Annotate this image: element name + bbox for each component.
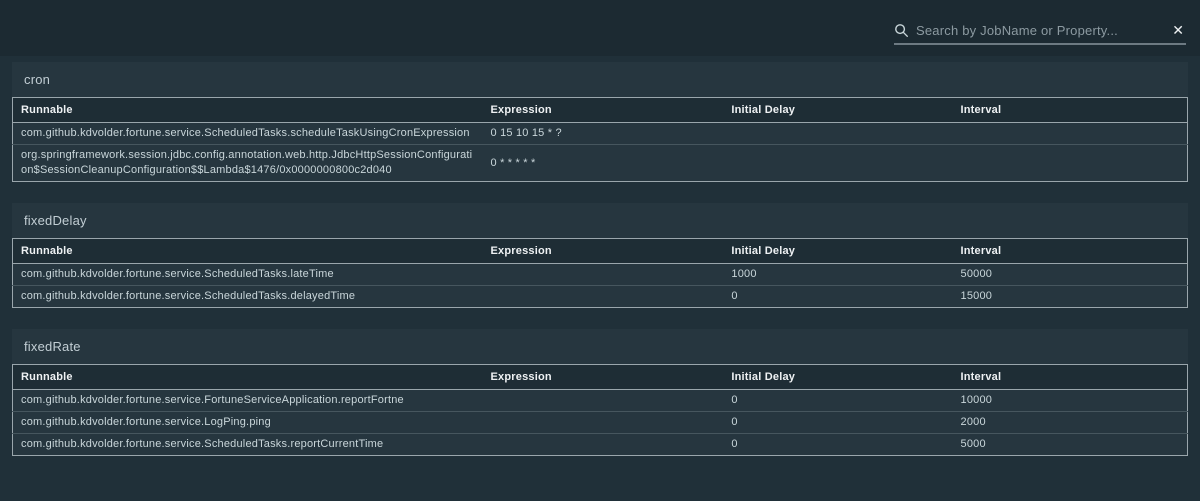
fixed-delay-table: Runnable Expression Initial Delay Interv…	[12, 238, 1188, 308]
table-header-row: Runnable Expression Initial Delay Interv…	[12, 238, 1188, 264]
cell-expression: 0 * * * * *	[490, 156, 536, 169]
cell-runnable: com.github.kdvolder.fortune.service.Sche…	[21, 268, 334, 280]
section-title: fixedRate	[12, 329, 1188, 364]
cell-runnable: com.github.kdvolder.fortune.service.Sche…	[21, 127, 470, 139]
cell-initial-delay: 0	[731, 438, 738, 450]
cell-initial-delay: 0	[731, 394, 738, 406]
column-interval: Interval	[960, 104, 1002, 116]
cell-interval	[953, 123, 1188, 145]
column-interval: Interval	[960, 371, 1002, 383]
cron-table: Runnable Expression Initial Delay Interv…	[12, 97, 1188, 182]
cell-initial-delay: 1000	[731, 268, 757, 280]
close-x-icon[interactable]: ✕	[1170, 23, 1186, 39]
section-title: fixedDelay	[12, 203, 1188, 238]
cell-expression	[483, 434, 724, 456]
cell-runnable: com.github.kdvolder.fortune.service.Sche…	[21, 438, 384, 450]
column-expression: Expression	[490, 104, 552, 116]
cell-runnable: com.github.kdvolder.fortune.service.LogP…	[21, 416, 271, 428]
cell-expression	[483, 264, 724, 286]
section-fixed-delay: fixedDelay Runnable Expression Initial D…	[12, 203, 1188, 308]
search-box[interactable]: ✕	[894, 18, 1186, 45]
cell-interval: 10000	[960, 394, 993, 406]
table-row: com.github.kdvolder.fortune.service.Fort…	[13, 390, 1188, 412]
cell-runnable: org.springframework.session.jdbc.config.…	[21, 149, 473, 176]
column-initial-delay: Initial Delay	[731, 371, 796, 383]
column-runnable: Runnable	[21, 371, 73, 383]
table-row: com.github.kdvolder.fortune.service.Sche…	[13, 123, 1188, 145]
cell-initial-delay: 0	[731, 290, 738, 302]
section-cron: cron Runnable Expression Initial Delay I…	[12, 62, 1188, 182]
cell-initial-delay	[723, 145, 952, 182]
top-bar: ✕	[0, 0, 1200, 56]
cell-runnable: com.github.kdvolder.fortune.service.Sche…	[21, 290, 356, 302]
table-row: com.github.kdvolder.fortune.service.Sche…	[12, 285, 1188, 308]
column-expression: Expression	[490, 371, 552, 383]
cell-initial-delay: 0	[731, 416, 738, 428]
column-initial-delay: Initial Delay	[731, 104, 796, 116]
fixed-rate-table: Runnable Expression Initial Delay Interv…	[12, 364, 1188, 456]
column-runnable: Runnable	[21, 104, 73, 116]
cell-interval: 5000	[960, 438, 986, 450]
cell-interval: 2000	[960, 416, 986, 428]
cell-interval	[953, 145, 1188, 182]
cell-interval: 15000	[960, 290, 993, 302]
section-fixed-rate: fixedRate Runnable Expression Initial De…	[12, 329, 1188, 456]
column-expression: Expression	[490, 245, 552, 257]
column-initial-delay: Initial Delay	[731, 245, 796, 257]
scheduled-tasks-content: cron Runnable Expression Initial Delay I…	[0, 56, 1200, 456]
cell-interval: 50000	[960, 268, 993, 280]
cell-runnable: com.github.kdvolder.fortune.service.Fort…	[21, 394, 404, 406]
column-runnable: Runnable	[21, 245, 73, 257]
column-interval: Interval	[960, 245, 1002, 257]
table-row: org.springframework.session.jdbc.config.…	[12, 144, 1188, 182]
search-input[interactable]	[916, 23, 1164, 38]
cell-initial-delay	[723, 123, 952, 145]
cell-expression: 0 15 10 15 * ?	[490, 127, 562, 139]
table-row: com.github.kdvolder.fortune.service.Sche…	[12, 433, 1188, 456]
section-title: cron	[12, 62, 1188, 97]
table-row: com.github.kdvolder.fortune.service.LogP…	[12, 411, 1188, 434]
cell-expression	[483, 286, 724, 308]
table-row: com.github.kdvolder.fortune.service.Sche…	[13, 264, 1188, 286]
cell-expression	[483, 390, 724, 412]
table-header-row: Runnable Expression Initial Delay Interv…	[12, 364, 1188, 390]
table-header-row: Runnable Expression Initial Delay Interv…	[12, 97, 1188, 123]
search-icon	[894, 23, 909, 38]
cell-expression	[483, 412, 724, 434]
